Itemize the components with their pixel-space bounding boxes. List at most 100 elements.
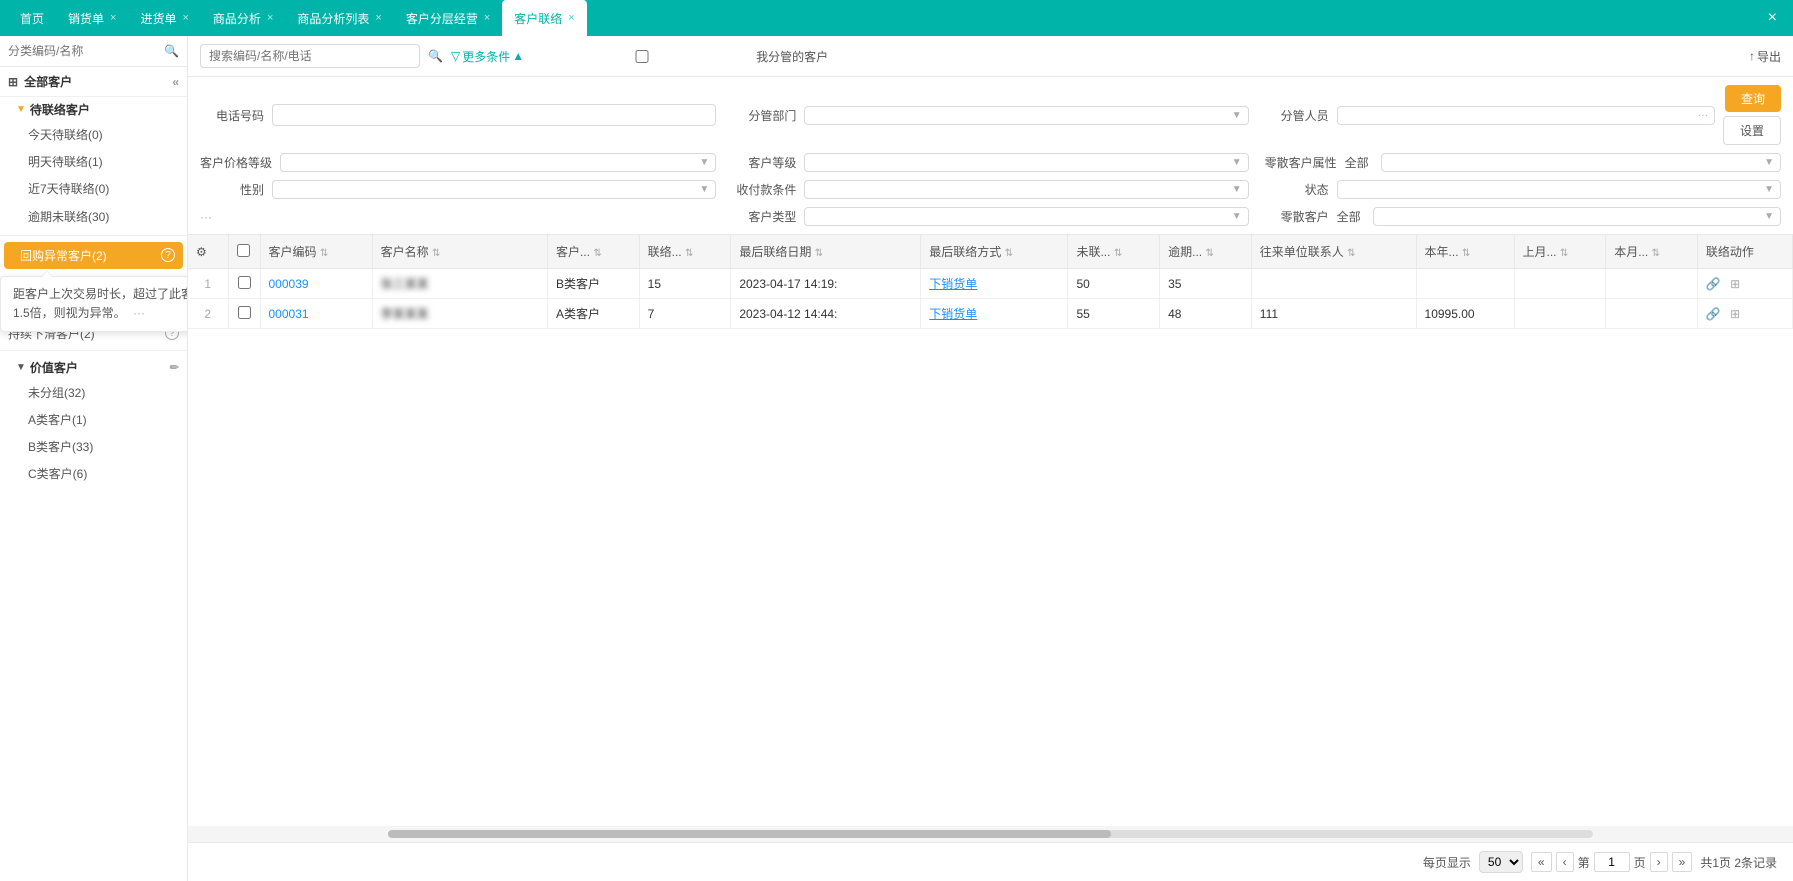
nav-customer-contact-close[interactable]: × [568, 12, 574, 24]
next-page-button[interactable]: › [1650, 852, 1668, 872]
cy-sort-icon[interactable]: ⇅ [1462, 248, 1470, 259]
price-level-select[interactable]: ▼ [280, 153, 716, 172]
sidebar-item-class-b[interactable]: B类客户(33) [0, 434, 187, 461]
code-sort-icon[interactable]: ⇅ [320, 248, 328, 259]
my-customers-checkbox[interactable] [532, 50, 752, 63]
sidebar-item-repurchase-anomaly[interactable]: 回购异常客户(2) ? [4, 242, 183, 269]
row-1-select-checkbox[interactable] [238, 276, 251, 289]
ur-sort-icon[interactable]: ⇅ [1114, 248, 1122, 259]
th-customer-type-label: 客户... [556, 245, 590, 259]
nav-purchase-order[interactable]: 进货单 × [128, 0, 200, 36]
nav-customer-contact[interactable]: 客户联络 × [502, 0, 586, 36]
row-2-code[interactable]: 000031 [260, 299, 372, 329]
sidebar-item-class-c[interactable]: C类客户(6) [0, 461, 187, 488]
sidebar-search-input[interactable] [8, 44, 164, 58]
my-customers-checkbox-area[interactable]: 我分管的客户 [532, 48, 828, 65]
cp-sort-icon[interactable]: ⇅ [1347, 248, 1355, 259]
nav-product-analysis-close[interactable]: × [267, 12, 273, 24]
lm-sort-icon[interactable]: ⇅ [1560, 248, 1568, 259]
prev-page-button[interactable]: ‹ [1556, 852, 1574, 872]
gender-select[interactable]: ▼ [272, 180, 716, 199]
row-1-last-contact-method[interactable]: 下销货单 [921, 269, 1068, 299]
row-1-link-icon[interactable]: 🔗 [1706, 277, 1721, 291]
row-2-checkbox[interactable] [228, 299, 260, 329]
page-suffix: 页 [1634, 854, 1646, 871]
first-page-button[interactable]: « [1531, 852, 1552, 872]
nav-customer-segmentation-close[interactable]: × [484, 12, 490, 24]
row-1-grid-icon[interactable]: ⊞ [1730, 277, 1740, 291]
cc-sort-icon[interactable]: ⇅ [685, 248, 693, 259]
nav-product-analysis[interactable]: 商品分析 × [201, 0, 285, 36]
tooltip-repurchase: 距客户上次交易时长，超过了此客户的平均交易周期的1.5倍，则视为异常。 ··· [0, 276, 188, 332]
lcd-sort-icon[interactable]: ⇅ [815, 248, 823, 259]
payment-select[interactable]: ▼ [804, 180, 1248, 199]
filter-customer-level: 客户等级 ▼ [732, 153, 1248, 172]
last-page-button[interactable]: » [1672, 852, 1693, 872]
row-1-checkbox[interactable] [228, 269, 260, 299]
row-1-name[interactable]: 张三某某 [372, 269, 547, 299]
setting-button[interactable]: 设置 [1723, 116, 1781, 145]
sidebar-item-overdue[interactable]: 逾期未联络(30) [0, 204, 187, 231]
gear-icon[interactable]: ⚙ [196, 245, 207, 259]
nav-purchase-order-close[interactable]: × [182, 12, 188, 24]
repurchase-help-icon[interactable]: ? [161, 248, 175, 262]
row-2-link-icon[interactable]: 🔗 [1706, 307, 1721, 321]
7days-contact-label: 近7天待联络(0) [28, 182, 109, 196]
page-number-input[interactable] [1594, 852, 1630, 872]
search-button[interactable]: 🔍 [428, 49, 443, 63]
query-button[interactable]: 查询 [1725, 85, 1781, 112]
nav-product-analysis-list[interactable]: 商品分析列表 × [285, 0, 393, 36]
customer-level-select[interactable]: ▼ [804, 153, 1248, 172]
nav-sales-order-close[interactable]: × [110, 12, 116, 24]
select-all-checkbox[interactable] [237, 244, 250, 257]
retail-customer-select[interactable]: ▼ [1373, 207, 1781, 226]
sidebar-item-7days[interactable]: 近7天待联络(0) [0, 176, 187, 203]
row-2-name[interactable]: 李某某某 [372, 299, 547, 329]
sidebar-item-today[interactable]: 今天待联络(0) [0, 122, 187, 149]
sidebar-all-customers[interactable]: ⊞ 全部客户 « [0, 67, 187, 97]
row-2-last-contact-method[interactable]: 下销货单 [921, 299, 1068, 329]
row-2-grid-icon[interactable]: ⊞ [1730, 307, 1740, 321]
scroll-thumb[interactable] [388, 830, 1111, 838]
od-sort-icon[interactable]: ⇅ [1205, 248, 1213, 259]
name-sort-icon[interactable]: ⇅ [432, 248, 440, 259]
lcm-sort-icon[interactable]: ⇅ [1005, 248, 1013, 259]
pending-contact-label: 待联络客户 [30, 101, 90, 118]
row-2-select-checkbox[interactable] [238, 306, 251, 319]
retail-attr-select[interactable]: ▼ [1381, 153, 1781, 172]
sidebar-search-icon[interactable]: 🔍 [164, 44, 179, 58]
th-unreached: 未联... ⇅ [1068, 235, 1160, 269]
more-conditions-button[interactable]: ▽ 更多条件 ▲ [451, 48, 524, 65]
per-page-select[interactable]: 50 [1479, 851, 1523, 873]
filter-manager: 分管人员 ··· 查询 设置 [1265, 85, 1781, 145]
row-1-code[interactable]: 000039 [260, 269, 372, 299]
search-input[interactable] [200, 44, 420, 68]
customer-type-select[interactable]: ▼ [804, 207, 1248, 226]
sidebar-item-ungrouped[interactable]: 未分组(32) [0, 380, 187, 407]
th-code-label: 客户编码 [269, 245, 317, 259]
manager-select[interactable]: ··· [1337, 106, 1715, 125]
filter-payment: 收付款条件 ▼ [732, 180, 1248, 199]
cm-sort-icon[interactable]: ⇅ [1652, 248, 1660, 259]
sidebar-value-group[interactable]: ▼ 价值客户 ✏ [0, 355, 187, 380]
filter-retail-customer: 零散客户 全部 ▼ [1265, 207, 1781, 226]
phone-input[interactable] [272, 104, 716, 126]
ctype-sort-icon[interactable]: ⇅ [593, 248, 601, 259]
status-select[interactable]: ▼ [1337, 180, 1781, 199]
nav-customer-segmentation[interactable]: 客户分层经营 × [394, 0, 502, 36]
sidebar-item-class-a[interactable]: A类客户(1) [0, 407, 187, 434]
export-button[interactable]: ↑ 导出 [1749, 48, 1781, 65]
nav-close-all[interactable]: × [1760, 9, 1785, 27]
value-group-edit-icon[interactable]: ✏ [170, 361, 179, 374]
filter-dots[interactable]: ··· [200, 210, 212, 224]
manager-label: 分管人员 [1265, 107, 1329, 124]
dept-select[interactable]: ▼ [804, 106, 1248, 125]
horizontal-scrollbar[interactable] [188, 826, 1793, 842]
th-contact-person: 往来单位联系人 ⇅ [1251, 235, 1416, 269]
th-code: 客户编码 ⇅ [260, 235, 372, 269]
nav-product-analysis-list-close[interactable]: × [375, 12, 381, 24]
nav-home[interactable]: 首页 [8, 0, 56, 36]
nav-sales-order[interactable]: 销货单 × [56, 0, 128, 36]
sidebar-pending-contact-group[interactable]: ▼ 待联络客户 [0, 97, 187, 122]
sidebar-item-tomorrow[interactable]: 明天待联络(1) [0, 149, 187, 176]
